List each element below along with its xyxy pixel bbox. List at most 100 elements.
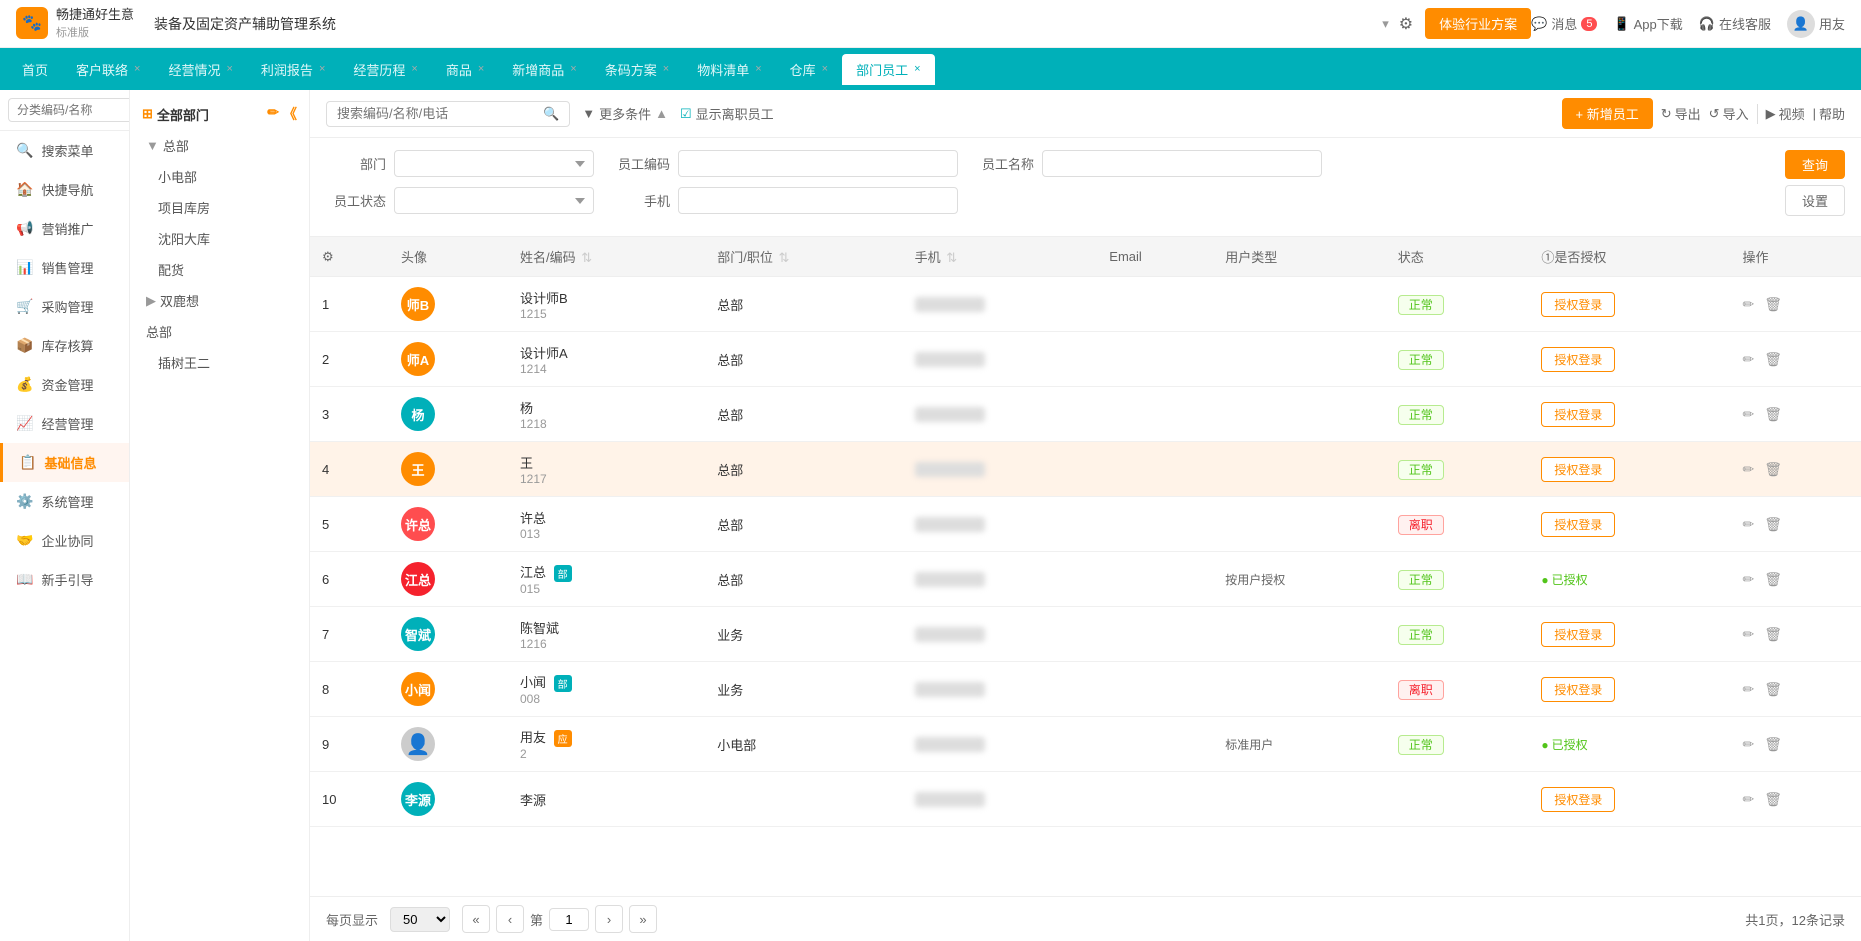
next-page-btn[interactable]: ›	[595, 905, 623, 933]
page-input[interactable]	[549, 908, 589, 931]
phone-input[interactable]	[678, 187, 958, 214]
edit-icon[interactable]: ✏	[1743, 736, 1755, 753]
col-phone[interactable]: 手机 ⇅	[903, 237, 1098, 277]
edit-icon[interactable]: ✏	[1743, 296, 1755, 313]
search-btn[interactable]: 查询	[1785, 150, 1845, 179]
dept-item-distribution[interactable]: 配货	[130, 254, 309, 285]
delete-icon[interactable]: 🗑	[1764, 461, 1782, 478]
emp-status-select[interactable]	[394, 187, 594, 214]
delete-icon[interactable]: 🗑	[1764, 681, 1782, 698]
dept-item-shenyang[interactable]: 沈阳大库	[130, 223, 309, 254]
add-employee-btn[interactable]: + 新增员工	[1562, 98, 1653, 129]
sidebar-item-collab[interactable]: 🤝 企业协同	[0, 521, 129, 560]
edit-icon[interactable]: ✏	[1743, 571, 1755, 588]
close-icon[interactable]: ×	[570, 63, 576, 75]
sidebar-item-marketing[interactable]: 📢 营销推广	[0, 209, 129, 248]
auth-login-btn[interactable]: 授权登录	[1541, 347, 1615, 372]
close-icon[interactable]: ×	[319, 63, 325, 75]
import-btn[interactable]: ↺ 导入	[1709, 104, 1749, 123]
tab-history[interactable]: 经营历程 ×	[339, 54, 431, 85]
delete-icon[interactable]: 🗑	[1764, 571, 1782, 588]
tab-goods[interactable]: 商品 ×	[432, 54, 498, 85]
tab-customer[interactable]: 客户联络 ×	[62, 54, 154, 85]
dept-item-projroom[interactable]: 项目库房	[130, 192, 309, 223]
close-icon[interactable]: ×	[822, 63, 828, 75]
settings-icon[interactable]: ⚙	[1399, 14, 1413, 34]
dept-item-shuanglu[interactable]: ▶双鹿想	[130, 285, 309, 316]
close-icon[interactable]: ×	[411, 63, 417, 75]
tab-add-goods[interactable]: 新增商品 ×	[498, 54, 590, 85]
dept-collapse-icon[interactable]: 《	[283, 104, 297, 124]
dept-item-chashuwang[interactable]: 插树王二	[130, 347, 309, 378]
edit-icon[interactable]: ✏	[1743, 516, 1755, 533]
message-btn[interactable]: 💬 消息 5	[1531, 14, 1597, 33]
delete-icon[interactable]: 🗑	[1764, 351, 1782, 368]
sidebar-item-search[interactable]: 🔍 搜索菜单	[0, 131, 129, 170]
sidebar-item-finance[interactable]: 💰 资金管理	[0, 365, 129, 404]
export-btn[interactable]: ↻ 导出	[1661, 104, 1701, 123]
auth-login-btn[interactable]: 授权登录	[1541, 677, 1615, 702]
delete-icon[interactable]: 🗑	[1764, 626, 1782, 643]
search-input[interactable]	[337, 106, 537, 121]
delete-icon[interactable]: 🗑	[1764, 406, 1782, 423]
delete-icon[interactable]: 🗑	[1764, 296, 1782, 313]
edit-icon[interactable]: ✏	[1743, 406, 1755, 423]
tab-bom[interactable]: 物料清单 ×	[683, 54, 775, 85]
trial-btn[interactable]: 体验行业方案	[1425, 8, 1531, 39]
sidebar-item-guide[interactable]: 📖 新手引导	[0, 560, 129, 599]
sidebar-search-input[interactable]	[8, 98, 130, 122]
close-icon[interactable]: ×	[663, 63, 669, 75]
emp-name-input[interactable]	[1042, 150, 1322, 177]
sidebar-item-sales[interactable]: 📊 销售管理	[0, 248, 129, 287]
app-download-btn[interactable]: 📱 App下载	[1613, 14, 1682, 33]
page-size-select[interactable]: 50 100 200	[390, 907, 450, 932]
online-service-btn[interactable]: 🎧 在线客服	[1699, 14, 1771, 33]
filter-more-btn[interactable]: ▼ 更多条件 ▲	[582, 104, 668, 123]
sidebar-item-inventory[interactable]: 📦 库存核算	[0, 326, 129, 365]
delete-icon[interactable]: 🗑	[1764, 791, 1782, 808]
tab-warehouse[interactable]: 仓库 ×	[776, 54, 842, 85]
user-avatar-btn[interactable]: 👤 用友	[1787, 10, 1845, 38]
delete-icon[interactable]: 🗑	[1764, 516, 1782, 533]
video-btn[interactable]: ▶ 视频	[1766, 104, 1805, 123]
col-settings[interactable]: ⚙	[310, 237, 389, 277]
tab-employee[interactable]: 部门员工 ×	[842, 54, 934, 85]
edit-icon[interactable]: ✏	[1743, 791, 1755, 808]
help-btn[interactable]: | 帮助	[1813, 104, 1845, 123]
dept-add-icon[interactable]: ✏	[267, 104, 279, 124]
auth-login-btn[interactable]: 授权登录	[1541, 622, 1615, 647]
auth-login-btn[interactable]: 授权登录	[1541, 457, 1615, 482]
emp-code-input[interactable]	[678, 150, 958, 177]
dept-select[interactable]	[394, 150, 594, 177]
auth-login-btn[interactable]: 授权登录	[1541, 402, 1615, 427]
sidebar-item-system[interactable]: ⚙️ 系统管理	[0, 482, 129, 521]
sidebar-item-business[interactable]: 📈 经营管理	[0, 404, 129, 443]
edit-icon[interactable]: ✏	[1743, 461, 1755, 478]
sidebar-item-basic[interactable]: 📋 基础信息	[0, 443, 129, 482]
tab-barcode[interactable]: 条码方案 ×	[591, 54, 683, 85]
sidebar-item-nav[interactable]: 🏠 快捷导航	[0, 170, 129, 209]
close-icon[interactable]: ×	[755, 63, 761, 75]
show-resigned-toggle[interactable]: ☑ 显示离职员工	[680, 104, 774, 123]
close-icon[interactable]: ×	[478, 63, 484, 75]
close-icon[interactable]: ×	[914, 63, 920, 75]
auth-login-btn[interactable]: 授权登录	[1541, 787, 1615, 812]
dept-item-headquarters[interactable]: 总部	[130, 316, 309, 347]
close-icon[interactable]: ×	[226, 63, 232, 75]
prev-page-btn[interactable]: ‹	[496, 905, 524, 933]
edit-icon[interactable]: ✏	[1743, 626, 1755, 643]
close-icon[interactable]: ×	[134, 63, 140, 75]
col-dept[interactable]: 部门/职位 ⇅	[705, 237, 902, 277]
dept-item-xdept[interactable]: 小电部	[130, 161, 309, 192]
tab-operation[interactable]: 经营情况 ×	[154, 54, 246, 85]
tab-profit[interactable]: 利润报告 ×	[247, 54, 339, 85]
last-page-btn[interactable]: »	[629, 905, 657, 933]
tab-home[interactable]: 首页	[8, 54, 62, 85]
col-name[interactable]: 姓名/编码 ⇅	[508, 237, 705, 277]
delete-icon[interactable]: 🗑	[1764, 736, 1782, 753]
dept-item-headquarters-root[interactable]: ▼总部	[130, 130, 309, 161]
first-page-btn[interactable]: «	[462, 905, 490, 933]
sidebar-item-purchase[interactable]: 🛒 采购管理	[0, 287, 129, 326]
edit-icon[interactable]: ✏	[1743, 681, 1755, 698]
auth-login-btn[interactable]: 授权登录	[1541, 512, 1615, 537]
